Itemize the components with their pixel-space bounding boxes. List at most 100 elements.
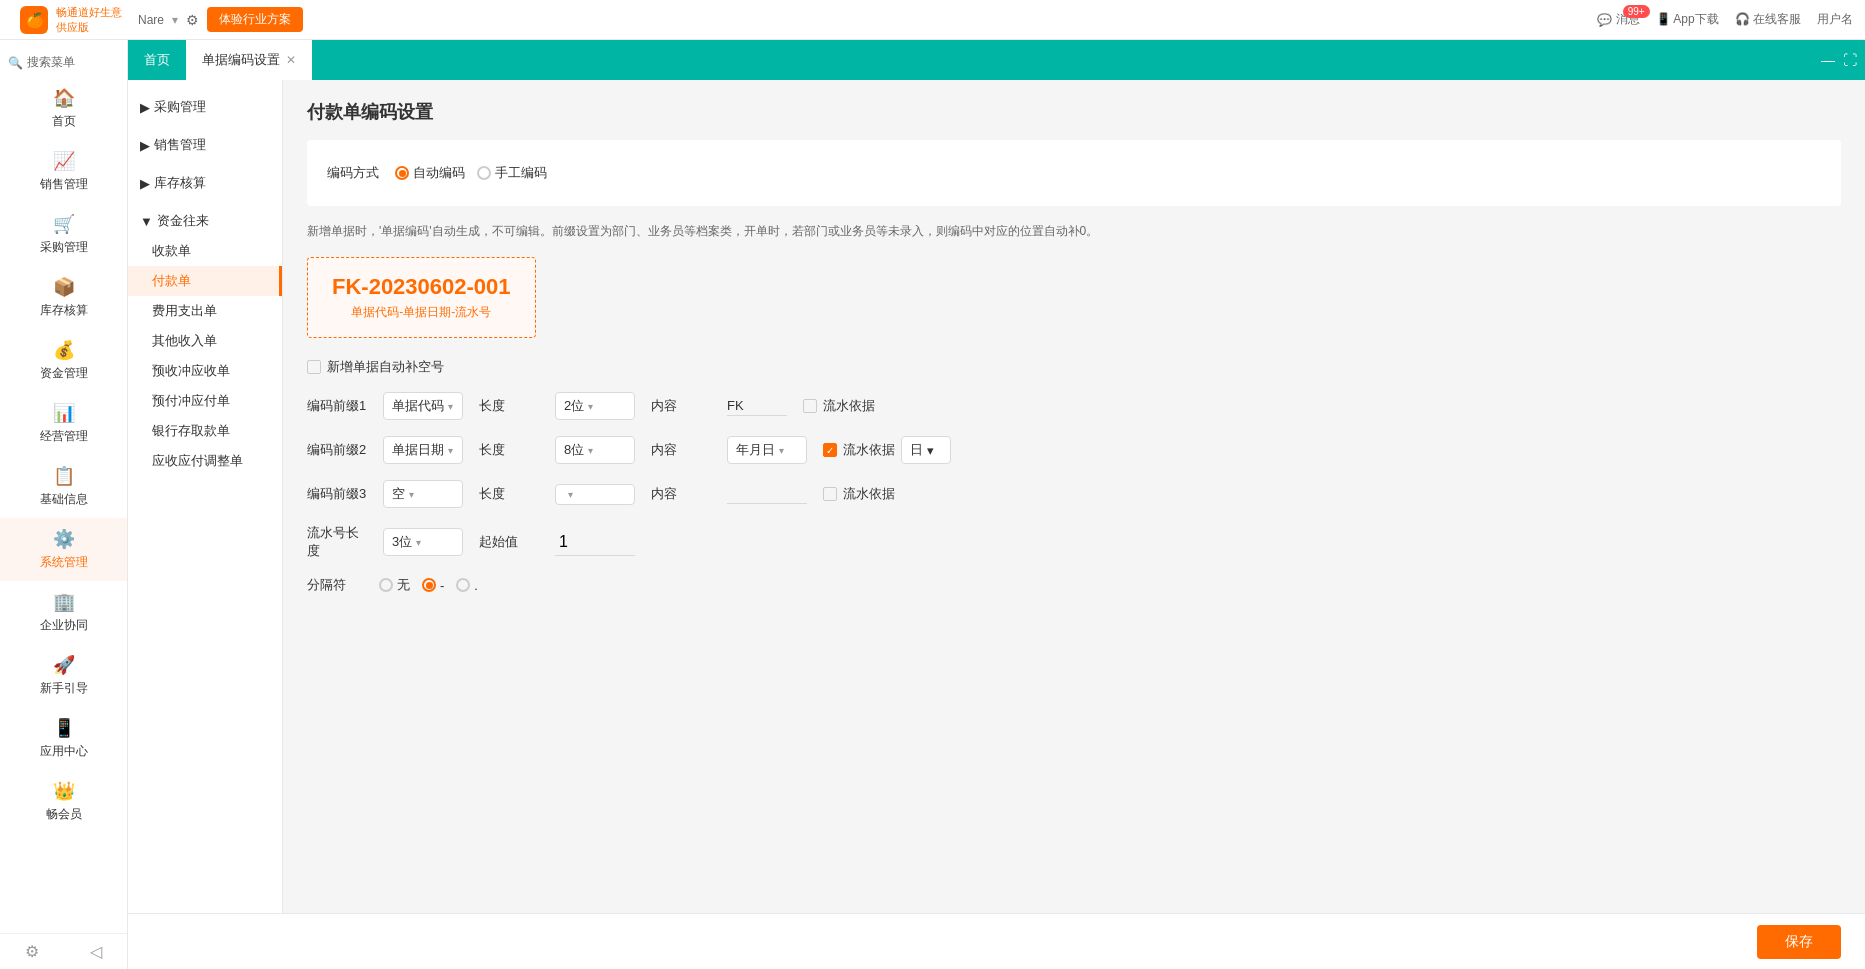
prefix1-arrow-icon: ▾ xyxy=(448,401,453,412)
sidebar-item-ar-ap-adjust[interactable]: 应收应付调整单 xyxy=(128,446,282,476)
logo-text: 畅通道好生意 供应版 xyxy=(56,5,122,35)
top-bar-left: 🍊 畅通道好生意 供应版 Nare ▾ ⚙ 体验行业方案 xyxy=(12,1,303,39)
auto-fill-checkbox[interactable] xyxy=(307,360,321,374)
sales-arrow-icon: ▶ xyxy=(140,138,150,153)
length1-select[interactable]: 2位 ▾ xyxy=(555,392,635,420)
flow-depends2-label: 流水依据 xyxy=(843,441,895,459)
group-inventory: ▶ 库存核算 xyxy=(128,164,282,202)
tab-minimize-icon[interactable]: — xyxy=(1821,52,1835,68)
app-download-btn[interactable]: 📱 App下载 xyxy=(1656,11,1719,28)
tab-close-icon[interactable]: ✕ xyxy=(286,53,296,67)
system-icon: ⚙️ xyxy=(53,528,75,550)
logo-icon: 🍊 xyxy=(20,6,48,34)
dropdown-arrow-icon[interactable]: ▾ xyxy=(172,13,178,27)
user-info[interactable]: 用户名 xyxy=(1817,11,1853,28)
save-button[interactable]: 保存 xyxy=(1757,925,1841,959)
sep-none-radio[interactable]: 无 xyxy=(379,576,410,594)
group-sales-header[interactable]: ▶ 销售管理 xyxy=(128,130,282,160)
encoding-method-label: 编码方式 xyxy=(327,164,379,182)
sep-dot-radio-btn xyxy=(456,578,470,592)
sep-none-radio-btn xyxy=(379,578,393,592)
bottom-bar: 保存 xyxy=(128,913,1865,969)
sidebar-item-bank-deposit[interactable]: 银行存取款单 xyxy=(128,416,282,446)
flow-depends2-select[interactable]: 日 ▾ xyxy=(901,436,951,464)
serial-length-select[interactable]: 3位 ▾ xyxy=(383,528,463,556)
online-service-btn[interactable]: 🎧 在线客服 xyxy=(1735,11,1801,28)
start-value-input[interactable]: 1 xyxy=(555,529,635,556)
page-title: 付款单编码设置 xyxy=(307,100,1841,124)
sidebar-item-member[interactable]: 👑 畅会员 xyxy=(0,770,127,833)
flow-depends2-arrow-icon: ▾ xyxy=(927,443,934,458)
group-purchase: ▶ 采购管理 xyxy=(128,88,282,126)
length3-select[interactable]: ▾ xyxy=(555,484,635,505)
sidebar-item-enterprise[interactable]: 🏢 企业协同 xyxy=(0,581,127,644)
sidebar-search[interactable]: 🔍 搜索菜单 xyxy=(0,48,127,77)
content2-select[interactable]: 年月日 ▾ xyxy=(727,436,807,464)
sidebar-item-purchase[interactable]: 🛒 采购管理 xyxy=(0,203,127,266)
content1-label: 内容 xyxy=(651,397,711,415)
home-icon: 🏠 xyxy=(53,87,75,109)
enterprise-icon: 🏢 xyxy=(53,591,75,613)
prefix3-row: 编码前缀3 空 ▾ 长度 ▾ 内容 流水依据 xyxy=(307,480,1841,508)
separator-label: 分隔符 xyxy=(307,576,367,594)
prefix2-select[interactable]: 单据日期 ▾ xyxy=(383,436,463,464)
sidebar-settings-icon[interactable]: ⚙ xyxy=(25,942,39,961)
flow-depends3: 流水依据 xyxy=(823,485,895,503)
sidebar-item-expense[interactable]: 费用支出单 xyxy=(128,296,282,326)
sidebar-item-operations[interactable]: 📊 经营管理 xyxy=(0,392,127,455)
sidebar-item-system[interactable]: ⚙️ 系统管理 xyxy=(0,518,127,581)
experience-btn[interactable]: 体验行业方案 xyxy=(207,7,303,32)
flow-depends1-checkbox[interactable] xyxy=(803,399,817,413)
content3-label: 内容 xyxy=(651,485,711,503)
sidebar-item-inventory[interactable]: 📦 库存核算 xyxy=(0,266,127,329)
member-icon: 👑 xyxy=(53,780,75,802)
flow-depends1-label: 流水依据 xyxy=(823,397,875,415)
settings-icon[interactable]: ⚙ xyxy=(186,12,199,28)
auto-code-radio[interactable]: 自动编码 xyxy=(395,164,465,182)
encoding-radio-group: 自动编码 手工编码 xyxy=(395,164,547,182)
purchase-arrow-icon: ▶ xyxy=(140,100,150,115)
sidebar-item-advance-receipt[interactable]: 预收冲应收单 xyxy=(128,356,282,386)
main-content: 付款单编码设置 编码方式 自动编码 手工编码 xyxy=(283,80,1865,913)
group-capital-header[interactable]: ▼ 资金往来 xyxy=(128,206,282,236)
sep-dash-radio[interactable]: - xyxy=(422,578,444,593)
tab-maximize-icon[interactable]: ⛶ xyxy=(1843,52,1857,68)
separator-row: 分隔符 无 - . xyxy=(307,576,1841,594)
sidebar-item-apps[interactable]: 📱 应用中心 xyxy=(0,707,127,770)
sidebar-item-advance-payment[interactable]: 预付冲应付单 xyxy=(128,386,282,416)
sep-dot-radio[interactable]: . xyxy=(456,578,478,593)
auto-code-radio-btn xyxy=(395,166,409,180)
sidebar-item-home[interactable]: 🏠 首页 xyxy=(0,77,127,140)
length3-label: 长度 xyxy=(479,485,539,503)
flow-depends2-checkbox[interactable]: ✓ xyxy=(823,443,837,457)
group-inventory-header[interactable]: ▶ 库存核算 xyxy=(128,168,282,198)
length3-arrow-icon: ▾ xyxy=(568,489,573,500)
flow-depends3-checkbox[interactable] xyxy=(823,487,837,501)
prefix3-label: 编码前缀3 xyxy=(307,485,367,503)
sidebar-item-guide[interactable]: 🚀 新手引导 xyxy=(0,644,127,707)
prefix1-select[interactable]: 单据代码 ▾ xyxy=(383,392,463,420)
purchase-icon: 🛒 xyxy=(53,213,75,235)
sidebar-item-other-income[interactable]: 其他收入单 xyxy=(128,326,282,356)
group-sales: ▶ 销售管理 xyxy=(128,126,282,164)
left-sidebar: 🔍 搜索菜单 🏠 首页 📈 销售管理 🛒 采购管理 📦 库存核算 💰 资金管理 … xyxy=(0,40,128,969)
prefix3-select[interactable]: 空 ▾ xyxy=(383,480,463,508)
sidebar-item-payment[interactable]: 付款单 xyxy=(128,266,282,296)
second-sidebar: ▶ 采购管理 ▶ 销售管理 ▶ 库存核算 xyxy=(128,80,283,913)
manual-code-radio-btn xyxy=(477,166,491,180)
sidebar-collapse-icon[interactable]: ◁ xyxy=(90,942,102,961)
prefix1-label: 编码前缀1 xyxy=(307,397,367,415)
serial-row: 流水号长度 3位 ▾ 起始值 1 xyxy=(307,524,1841,560)
sidebar-item-receipt[interactable]: 收款单 xyxy=(128,236,282,266)
sidebar-item-sales[interactable]: 📈 销售管理 xyxy=(0,140,127,203)
sidebar-item-basic[interactable]: 📋 基础信息 xyxy=(0,455,127,518)
tab-encoding[interactable]: 单据编码设置 ✕ xyxy=(186,40,312,80)
length2-select[interactable]: 8位 ▾ xyxy=(555,436,635,464)
sidebar-item-finance[interactable]: 💰 资金管理 xyxy=(0,329,127,392)
message-icon: 💬 xyxy=(1597,13,1612,27)
manual-code-radio[interactable]: 手工编码 xyxy=(477,164,547,182)
group-purchase-header[interactable]: ▶ 采购管理 xyxy=(128,92,282,122)
message-btn[interactable]: 💬 消息 99+ xyxy=(1597,11,1640,28)
tab-home[interactable]: 首页 xyxy=(128,40,186,80)
main-layout: 🔍 搜索菜单 🏠 首页 📈 销售管理 🛒 采购管理 📦 库存核算 💰 资金管理 … xyxy=(0,40,1865,969)
